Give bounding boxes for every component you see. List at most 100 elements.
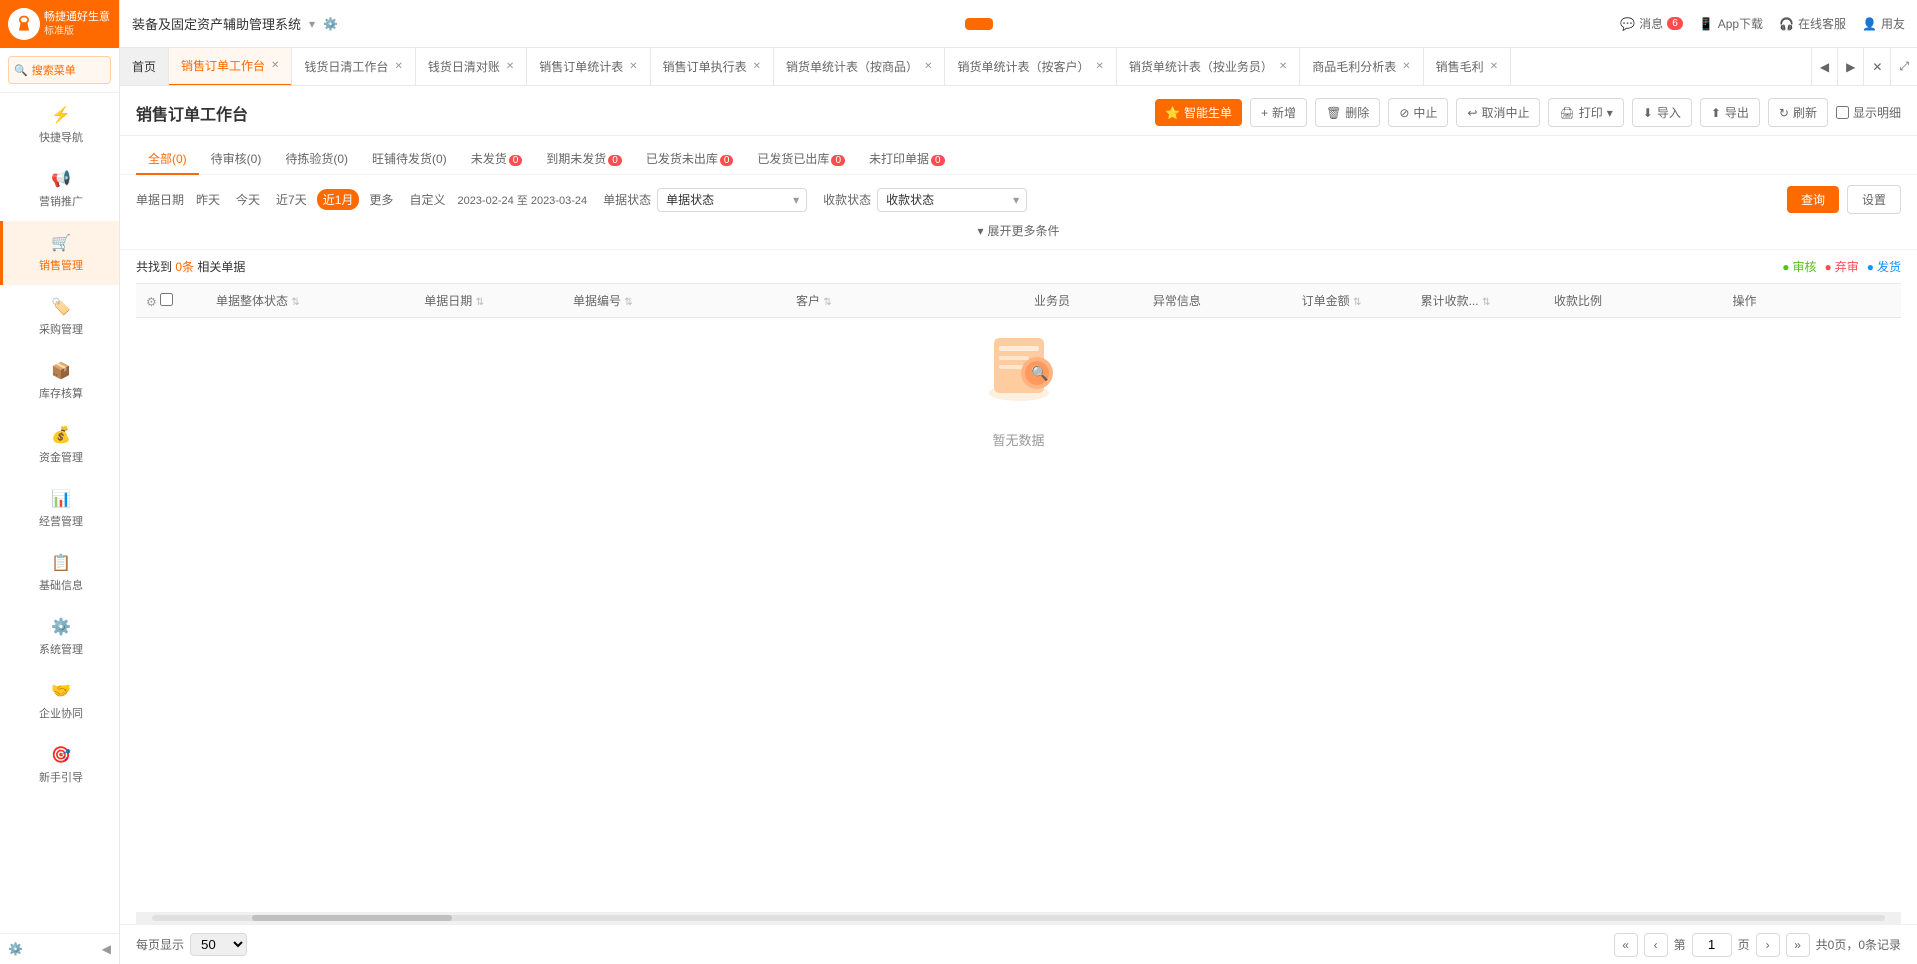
subtab-not-printed[interactable]: 未打印单据0 bbox=[857, 144, 957, 175]
tab-close-icon-6[interactable]: ✕ bbox=[924, 61, 932, 72]
tab-sales-exec[interactable]: 销售订单执行表 ✕ bbox=[651, 48, 774, 86]
sidebar-item-basic-info[interactable]: 📋 基础信息 bbox=[0, 541, 119, 605]
tab-close-icon-3[interactable]: ✕ bbox=[506, 61, 514, 72]
top-bar-left: 装备及固定资产辅助管理系统 ▾ ⚙️ bbox=[132, 14, 338, 33]
import-button[interactable]: ⬇ 导入 bbox=[1632, 98, 1692, 127]
tab-scroll-left[interactable]: ◀ bbox=[1811, 48, 1837, 86]
export-button[interactable]: ⬆ 导出 bbox=[1700, 98, 1760, 127]
delete-button[interactable]: 🗑 删除 bbox=[1315, 98, 1380, 127]
tab-close-all[interactable]: ✕ bbox=[1863, 48, 1890, 86]
date-opt-today[interactable]: 今天 bbox=[230, 189, 266, 210]
message-btn[interactable]: 💬 消息 6 bbox=[1620, 15, 1683, 32]
query-button[interactable]: 查询 bbox=[1787, 186, 1839, 213]
sidebar-item-operations[interactable]: 📊 经营管理 bbox=[0, 477, 119, 541]
sidebar-item-sales[interactable]: 🛒 销售管理 bbox=[0, 221, 119, 285]
subtab-shipped-out[interactable]: 已发货已出库0 bbox=[745, 144, 857, 175]
subtab-not-shipped[interactable]: 未发货0 bbox=[459, 144, 535, 175]
tab-goods-stats[interactable]: 销货单统计表（按商品） ✕ bbox=[774, 48, 945, 86]
system-name: 装备及固定资产辅助管理系统 bbox=[132, 14, 301, 33]
settings-top-icon[interactable]: ⚙️ bbox=[323, 17, 338, 31]
select-all-checkbox[interactable] bbox=[160, 293, 173, 306]
refresh-button[interactable]: ↻ 刷新 bbox=[1768, 98, 1828, 127]
page-size-select[interactable]: 50 100 200 bbox=[190, 933, 247, 956]
sidebar-item-finance[interactable]: 💰 资金管理 bbox=[0, 413, 119, 477]
scroll-track[interactable] bbox=[152, 915, 1885, 921]
column-settings-icon[interactable]: ⚙ bbox=[146, 295, 157, 309]
tab-close-icon-4[interactable]: ✕ bbox=[629, 61, 637, 72]
sort-collect-icon[interactable]: ⇅ bbox=[1482, 297, 1490, 308]
stop-button[interactable]: ⊘ 中止 bbox=[1388, 98, 1448, 127]
sort-num-icon[interactable]: ⇅ bbox=[624, 297, 632, 308]
sidebar-item-guide[interactable]: 🎯 新手引导 bbox=[0, 733, 119, 797]
tab-close-icon[interactable]: ✕ bbox=[271, 60, 279, 71]
date-opt-7days[interactable]: 近7天 bbox=[270, 189, 313, 210]
date-opt-custom[interactable]: 自定义 bbox=[403, 189, 451, 210]
search-menu-button[interactable]: 🔍 搜索菜单 bbox=[8, 56, 111, 84]
tab-sales-workbench[interactable]: 销售订单工作台 ✕ bbox=[169, 48, 292, 86]
collapse-icon[interactable]: ◀ bbox=[102, 942, 111, 956]
settings-icon[interactable]: ⚙️ bbox=[8, 942, 23, 956]
payment-select[interactable]: 收款状态 bbox=[877, 188, 1027, 212]
batch-approve-btn[interactable]: ● 审核 bbox=[1782, 258, 1816, 275]
tab-close-icon-5[interactable]: ✕ bbox=[753, 61, 761, 72]
prev-page-btn[interactable]: ‹ bbox=[1644, 933, 1668, 957]
sidebar-item-marketing[interactable]: 📢 营销推广 bbox=[0, 157, 119, 221]
cancel-stop-button[interactable]: ↩ 取消中止 bbox=[1456, 98, 1540, 127]
dropdown-icon[interactable]: ▾ bbox=[309, 17, 315, 31]
first-page-btn[interactable]: « bbox=[1614, 933, 1638, 957]
sidebar-item-purchase[interactable]: 🏷️ 采购管理 bbox=[0, 285, 119, 349]
tab-close-icon-7[interactable]: ✕ bbox=[1095, 61, 1103, 72]
tab-sales-exec-label: 销售订单执行表 bbox=[663, 58, 747, 75]
tab-close-icon-9[interactable]: ✕ bbox=[1402, 61, 1410, 72]
print-button[interactable]: 🖨 打印 ▾ bbox=[1548, 98, 1623, 127]
sidebar-item-system[interactable]: ⚙️ 系统管理 bbox=[0, 605, 119, 669]
batch-reject-btn[interactable]: ● 弃审 bbox=[1824, 258, 1858, 275]
page-number-input[interactable] bbox=[1692, 933, 1732, 957]
show-detail-input[interactable] bbox=[1836, 106, 1849, 119]
show-detail-checkbox[interactable]: 显示明细 bbox=[1836, 104, 1901, 121]
subtab-pending-check[interactable]: 待拣验货(0) bbox=[273, 144, 360, 175]
app-download-btn[interactable]: 📱 App下载 bbox=[1699, 15, 1763, 32]
subtab-shipped-not-out[interactable]: 已发货未出库0 bbox=[634, 144, 746, 175]
tab-cash-daily[interactable]: 钱货日清工作台 ✕ bbox=[292, 48, 415, 86]
sidebar-item-cooperation[interactable]: 🤝 企业协同 bbox=[0, 669, 119, 733]
last-page-btn[interactable]: » bbox=[1786, 933, 1810, 957]
tab-home[interactable]: 首页 bbox=[120, 48, 169, 86]
sort-client-icon[interactable]: ⇅ bbox=[823, 297, 831, 308]
solution-button[interactable] bbox=[965, 18, 993, 30]
status-select[interactable]: 单据状态 bbox=[657, 188, 807, 212]
new-button[interactable]: + 新增 bbox=[1250, 98, 1307, 127]
sidebar-item-inventory[interactable]: 📦 库存核算 bbox=[0, 349, 119, 413]
scroll-thumb[interactable] bbox=[252, 915, 452, 921]
tab-staff-stats[interactable]: 销货单统计表（按业务员） ✕ bbox=[1117, 48, 1300, 86]
tab-cash-reconcile[interactable]: 钱货日清对账 ✕ bbox=[416, 48, 527, 86]
subtab-overdue[interactable]: 到期未发货0 bbox=[534, 144, 634, 175]
smart-create-button[interactable]: ⭐ 智能生单 bbox=[1155, 99, 1242, 126]
next-page-btn[interactable]: › bbox=[1756, 933, 1780, 957]
sidebar-item-quick-nav[interactable]: ⚡ 快捷导航 bbox=[0, 93, 119, 157]
tab-close-icon-8[interactable]: ✕ bbox=[1279, 61, 1287, 72]
date-opt-1month[interactable]: 近1月 bbox=[317, 189, 360, 210]
expand-filter-btn[interactable]: ▾ 展开更多条件 bbox=[977, 222, 1059, 239]
tab-sales-margin[interactable]: 销售毛利 ✕ bbox=[1424, 48, 1511, 86]
tab-sales-stats[interactable]: 销售订单统计表 ✕ bbox=[527, 48, 650, 86]
subtab-all[interactable]: 全部(0) bbox=[136, 144, 199, 175]
online-service-btn[interactable]: 🎧 在线客服 bbox=[1779, 15, 1846, 32]
set-button[interactable]: 设置 bbox=[1847, 185, 1901, 214]
sort-date-icon[interactable]: ⇅ bbox=[476, 297, 484, 308]
horizontal-scrollbar[interactable] bbox=[136, 912, 1901, 924]
subtab-shop-pending[interactable]: 旺铺待发货(0) bbox=[360, 144, 459, 175]
tab-close-icon-10[interactable]: ✕ bbox=[1490, 61, 1498, 72]
tab-maximize[interactable]: ⤢ bbox=[1890, 48, 1917, 86]
tab-margin-analysis[interactable]: 商品毛利分析表 ✕ bbox=[1300, 48, 1423, 86]
tab-close-icon-2[interactable]: ✕ bbox=[394, 61, 402, 72]
date-opt-more[interactable]: 更多 bbox=[363, 189, 399, 210]
date-opt-yesterday[interactable]: 昨天 bbox=[190, 189, 226, 210]
user-btn[interactable]: 👤 用友 bbox=[1862, 15, 1905, 32]
tab-scroll-right[interactable]: ▶ bbox=[1837, 48, 1863, 86]
tab-client-stats[interactable]: 销货单统计表（按客户） ✕ bbox=[945, 48, 1116, 86]
subtab-pending-review[interactable]: 待审核(0) bbox=[199, 144, 274, 175]
sort-status-icon[interactable]: ⇅ bbox=[291, 297, 299, 308]
batch-ship-btn[interactable]: ● 发货 bbox=[1867, 258, 1901, 275]
sort-amount-icon[interactable]: ⇅ bbox=[1353, 297, 1361, 308]
